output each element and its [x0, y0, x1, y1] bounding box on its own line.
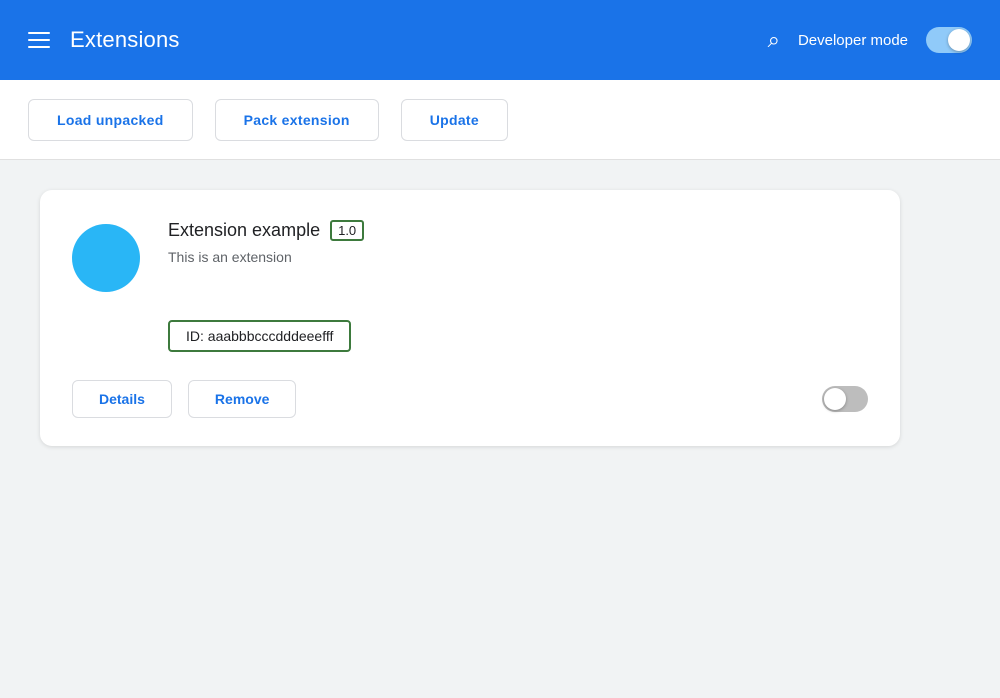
extension-enabled-toggle[interactable] [822, 386, 868, 412]
header-right: ⌕ Developer mode [768, 27, 972, 53]
extension-card: Extension example 1.0 This is an extensi… [40, 190, 900, 446]
update-button[interactable]: Update [401, 99, 508, 141]
extension-description: This is an extension [168, 249, 868, 265]
details-button[interactable]: Details [72, 380, 172, 418]
main-content: Extension example 1.0 This is an extensi… [0, 160, 1000, 476]
extension-id-row: ID: aaabbbcccdddeeefff [72, 320, 868, 352]
card-actions: Details Remove [72, 380, 868, 418]
toggle-knob-disabled [824, 388, 846, 410]
remove-button[interactable]: Remove [188, 380, 296, 418]
header-left: Extensions [28, 27, 180, 53]
extension-info: Extension example 1.0 This is an extensi… [168, 220, 868, 265]
extension-icon [72, 224, 140, 292]
extension-id: ID: aaabbbcccdddeeefff [168, 320, 351, 352]
app-header: Extensions ⌕ Developer mode [0, 0, 1000, 80]
toggle-knob [948, 29, 970, 51]
toolbar: Load unpacked Pack extension Update [0, 80, 1000, 160]
card-top: Extension example 1.0 This is an extensi… [72, 220, 868, 292]
menu-icon[interactable] [28, 32, 50, 48]
version-badge: 1.0 [330, 220, 364, 241]
card-buttons: Details Remove [72, 380, 296, 418]
developer-mode-toggle[interactable] [926, 27, 972, 53]
extension-name-row: Extension example 1.0 [168, 220, 868, 241]
search-icon[interactable]: ⌕ [768, 27, 780, 53]
extension-name: Extension example [168, 220, 320, 241]
pack-extension-button[interactable]: Pack extension [215, 99, 379, 141]
page-title: Extensions [70, 27, 180, 53]
developer-mode-label: Developer mode [798, 32, 908, 49]
load-unpacked-button[interactable]: Load unpacked [28, 99, 193, 141]
